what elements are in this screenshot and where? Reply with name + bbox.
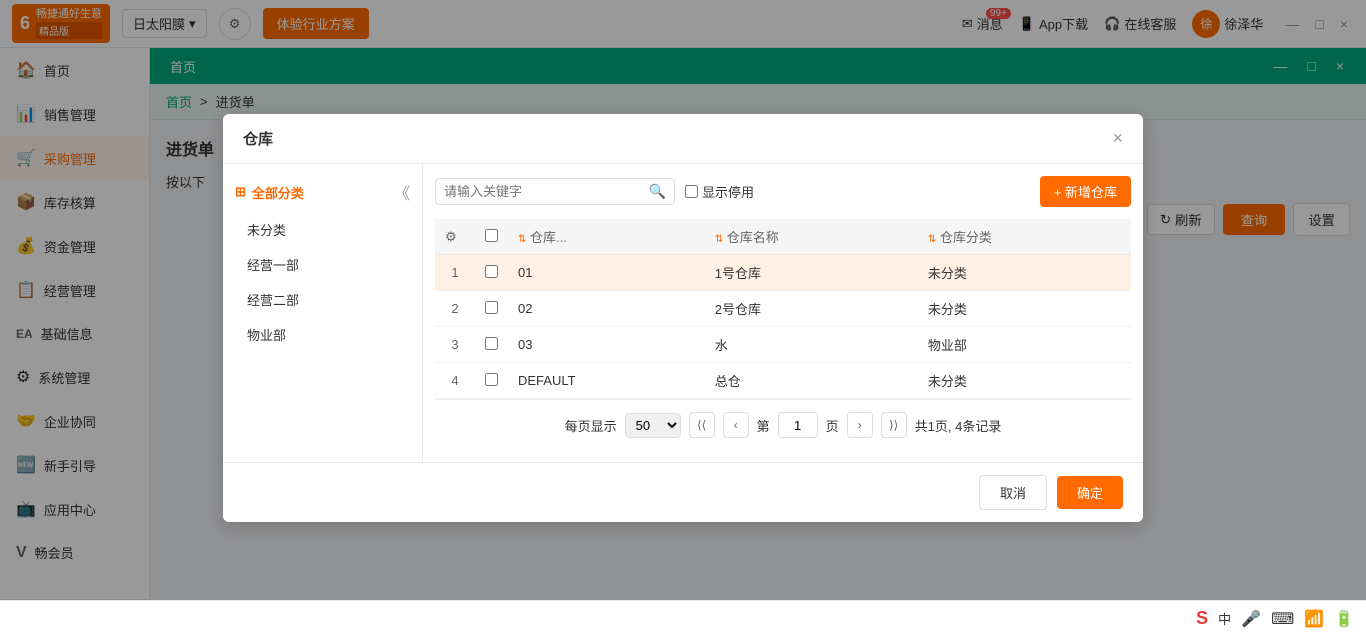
page-number-input[interactable] <box>778 412 818 438</box>
col-code[interactable]: ⇅ 仓库... <box>508 219 705 255</box>
row-category-3: 物业部 <box>918 327 1131 363</box>
sort-icon-code: ⇅ <box>518 234 526 245</box>
col-checkbox <box>475 219 508 255</box>
row-category-4: 未分类 <box>918 363 1131 399</box>
table-body: 1 01 1号仓库 未分类 2 02 2号仓库 <box>435 255 1131 399</box>
table-wrap: ⚙ ⇅ 仓库... ⇅ <box>435 219 1131 399</box>
prev-page-button[interactable]: ‹ <box>723 412 749 438</box>
show-disabled-checkbox[interactable] <box>685 185 698 198</box>
confirm-button[interactable]: 确定 <box>1057 476 1123 509</box>
search-icon: 🔍 <box>649 183 666 200</box>
table-row[interactable]: 2 02 2号仓库 未分类 <box>435 291 1131 327</box>
col-name-label: 仓库名称 <box>727 230 779 245</box>
col-name[interactable]: ⇅ 仓库名称 <box>705 219 918 255</box>
warehouse-modal: 仓库 × ⊞ 全部分类 《 未分类 经营一部 经营二部 物业部 <box>223 114 1143 522</box>
row-code-1: 01 <box>508 255 705 291</box>
show-disabled-text: 显示停用 <box>702 182 754 201</box>
modal-header: 仓库 × <box>223 114 1143 164</box>
row-code-3: 03 <box>508 327 705 363</box>
modal-close-button[interactable]: × <box>1112 128 1123 149</box>
pagination: 每页显示 50 100 200 ⟨⟨ ‹ 第 页 › ⟩⟩ 共1页, 4条记录 <box>435 399 1131 450</box>
search-input[interactable] <box>444 184 649 199</box>
sort-icon-name: ⇅ <box>715 234 723 245</box>
settings-icon: ⚙ <box>445 229 457 244</box>
sort-icon-category: ⇅ <box>928 234 936 245</box>
category-all-label: 全部分类 <box>252 183 304 202</box>
search-row: 🔍 显示停用 + 新增仓库 <box>435 176 1131 207</box>
right-panel: 🔍 显示停用 + 新增仓库 ⚙ <box>423 164 1143 462</box>
row-name-2: 2号仓库 <box>705 291 918 327</box>
search-input-wrap: 🔍 <box>435 178 675 205</box>
category-all-header[interactable]: ⊞ 全部分类 《 <box>223 172 422 212</box>
taskbar-zh-icon[interactable]: 中 <box>1218 609 1231 628</box>
row-num-3: 3 <box>435 327 475 363</box>
warehouse-table: ⚙ ⇅ 仓库... ⇅ <box>435 219 1131 399</box>
show-disabled-label: 显示停用 <box>685 182 754 201</box>
page-label: 第 <box>757 416 770 435</box>
row-checkbox-4[interactable] <box>475 363 508 399</box>
modal-overlay: 仓库 × ⊞ 全部分类 《 未分类 经营一部 经营二部 物业部 <box>0 0 1366 636</box>
s-logo: S <box>1196 608 1208 629</box>
category-item-unclassified[interactable]: 未分类 <box>223 212 422 247</box>
taskbar-battery-icon[interactable]: 🔋 <box>1334 609 1354 629</box>
first-page-button[interactable]: ⟨⟨ <box>689 412 715 438</box>
row-name-3: 水 <box>705 327 918 363</box>
page-suffix: 页 <box>826 416 839 435</box>
total-records: 共1页, 4条记录 <box>915 416 1002 435</box>
row-num-2: 2 <box>435 291 475 327</box>
row-num-1: 1 <box>435 255 475 291</box>
table-header: ⚙ ⇅ 仓库... ⇅ <box>435 219 1131 255</box>
row-num-4: 4 <box>435 363 475 399</box>
category-item-property[interactable]: 物业部 <box>223 317 422 352</box>
cancel-button[interactable]: 取消 <box>979 475 1047 510</box>
modal-footer: 取消 确定 <box>223 462 1143 522</box>
row-category-2: 未分类 <box>918 291 1131 327</box>
row-category-1: 未分类 <box>918 255 1131 291</box>
row-checkbox-1[interactable] <box>475 255 508 291</box>
col-settings: ⚙ <box>435 219 475 255</box>
row-code-2: 02 <box>508 291 705 327</box>
taskbar-network-icon[interactable]: 📶 <box>1304 609 1324 629</box>
modal-body: ⊞ 全部分类 《 未分类 经营一部 经营二部 物业部 🔍 <box>223 164 1143 462</box>
category-panel: ⊞ 全部分类 《 未分类 经营一部 经营二部 物业部 <box>223 164 423 462</box>
category-item-dept2[interactable]: 经营二部 <box>223 282 422 317</box>
table-row[interactable]: 1 01 1号仓库 未分类 <box>435 255 1131 291</box>
taskbar-mic-icon[interactable]: 🎤 <box>1241 609 1261 629</box>
last-page-button[interactable]: ⟩⟩ <box>881 412 907 438</box>
col-category-label: 仓库分类 <box>940 230 992 245</box>
row-code-4: DEFAULT <box>508 363 705 399</box>
taskbar-keyboard-icon[interactable]: ⌨ <box>1271 609 1294 629</box>
per-page-label: 每页显示 <box>565 416 617 435</box>
row-checkbox-3[interactable] <box>475 327 508 363</box>
category-item-dept1[interactable]: 经营一部 <box>223 247 422 282</box>
select-all-checkbox[interactable] <box>485 229 498 242</box>
row-name-4: 总仓 <box>705 363 918 399</box>
taskbar-bottom: S 中 🎤 ⌨ 📶 🔋 <box>0 600 1366 636</box>
add-warehouse-button[interactable]: + 新增仓库 <box>1040 176 1131 207</box>
per-page-select[interactable]: 50 100 200 <box>625 413 681 438</box>
table-row[interactable]: 4 DEFAULT 总仓 未分类 <box>435 363 1131 399</box>
grid-icon: ⊞ <box>235 184 246 200</box>
col-code-label: 仓库... <box>530 230 567 245</box>
modal-title: 仓库 <box>243 128 273 149</box>
collapse-icon[interactable]: 《 <box>394 180 410 204</box>
row-checkbox-2[interactable] <box>475 291 508 327</box>
table-row[interactable]: 3 03 水 物业部 <box>435 327 1131 363</box>
category-all: ⊞ 全部分类 <box>235 183 304 202</box>
next-page-button[interactable]: › <box>847 412 873 438</box>
col-category[interactable]: ⇅ 仓库分类 <box>918 219 1131 255</box>
row-name-1: 1号仓库 <box>705 255 918 291</box>
